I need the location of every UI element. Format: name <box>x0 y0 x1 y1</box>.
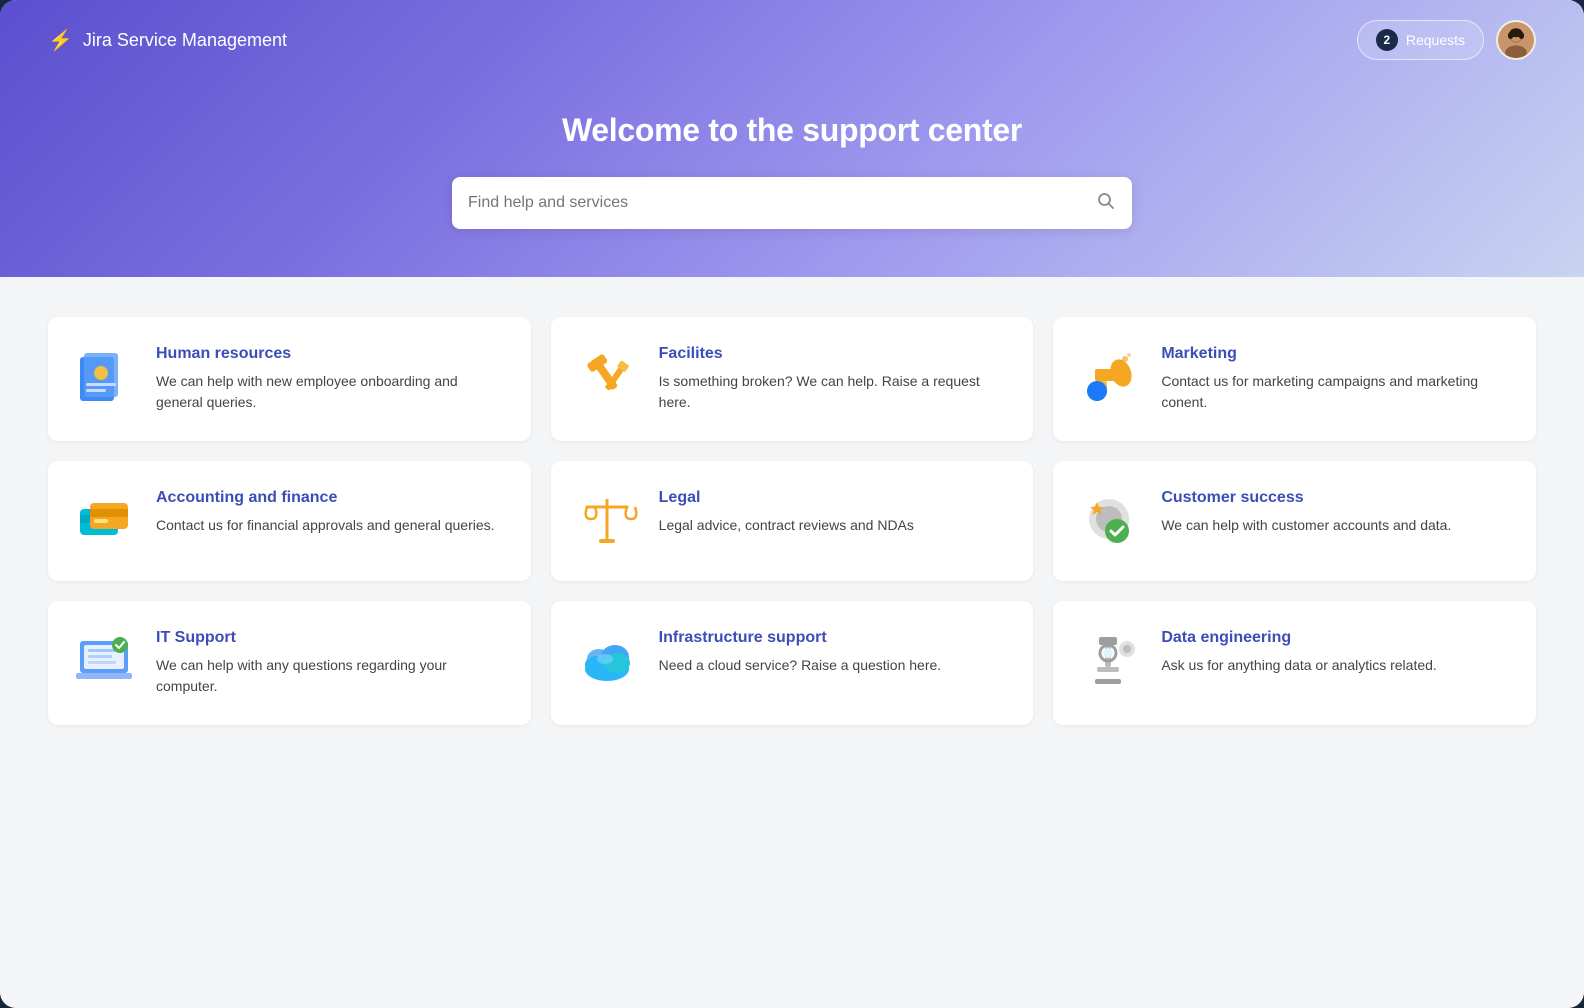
card-desc-facilities: Is something broken? We can help. Raise … <box>659 371 1006 413</box>
finance-icon <box>72 489 136 553</box>
card-desc-data: Ask us for anything data or analytics re… <box>1161 655 1436 676</box>
card-content-customer: Customer success We can help with custom… <box>1161 489 1451 536</box>
card-desc-customer: We can help with customer accounts and d… <box>1161 515 1451 536</box>
cloud-icon <box>575 629 639 693</box>
hero-section: ⚡ Jira Service Management 2 Requests <box>0 0 1584 277</box>
card-content-accounting: Accounting and finance Contact us for fi… <box>156 489 495 536</box>
card-title-customer: Customer success <box>1161 489 1451 507</box>
card-desc-hr: We can help with new employee onboarding… <box>156 371 503 413</box>
card-title-marketing: Marketing <box>1161 345 1508 363</box>
card-desc-infra: Need a cloud service? Raise a question h… <box>659 655 942 676</box>
user-avatar[interactable] <box>1496 20 1536 60</box>
card-desc-legal: Legal advice, contract reviews and NDAs <box>659 515 914 536</box>
hero-title: Welcome to the support center <box>48 112 1536 149</box>
card-title-accounting: Accounting and finance <box>156 489 495 507</box>
card-title-data: Data engineering <box>1161 629 1436 647</box>
hr-icon <box>72 345 136 409</box>
search-bar <box>452 177 1132 229</box>
card-it-support[interactable]: IT Support We can help with any question… <box>48 601 531 725</box>
marketing-icon <box>1077 345 1141 409</box>
card-content-infra: Infrastructure support Need a cloud serv… <box>659 629 942 676</box>
card-legal[interactable]: Legal Legal advice, contract reviews and… <box>551 461 1034 581</box>
logo-icon: ⚡ <box>48 28 73 53</box>
card-infrastructure[interactable]: Infrastructure support Need a cloud serv… <box>551 601 1034 725</box>
card-content-facilities: Facilites Is something broken? We can he… <box>659 345 1006 413</box>
data-icon <box>1077 629 1141 693</box>
card-content-it: IT Support We can help with any question… <box>156 629 503 697</box>
card-content-hr: Human resources We can help with new emp… <box>156 345 503 413</box>
card-desc-accounting: Contact us for financial approvals and g… <box>156 515 495 536</box>
search-icon <box>1096 191 1116 216</box>
card-title-legal: Legal <box>659 489 914 507</box>
navbar: ⚡ Jira Service Management 2 Requests <box>48 0 1536 80</box>
requests-label: Requests <box>1406 32 1465 48</box>
cards-grid: Human resources We can help with new emp… <box>48 317 1536 725</box>
legal-icon <box>575 489 639 553</box>
card-title-hr: Human resources <box>156 345 503 363</box>
facilities-icon <box>575 345 639 409</box>
it-icon <box>72 629 136 693</box>
logo-text: Jira Service Management <box>83 30 287 51</box>
nav-right: 2 Requests <box>1357 20 1536 60</box>
card-facilities[interactable]: Facilites Is something broken? We can he… <box>551 317 1034 441</box>
search-input[interactable] <box>468 194 1096 212</box>
card-title-it: IT Support <box>156 629 503 647</box>
app-container: ⚡ Jira Service Management 2 Requests <box>0 0 1584 1008</box>
main-content: Human resources We can help with new emp… <box>0 277 1584 1008</box>
card-content-legal: Legal Legal advice, contract reviews and… <box>659 489 914 536</box>
card-human-resources[interactable]: Human resources We can help with new emp… <box>48 317 531 441</box>
card-content-marketing: Marketing Contact us for marketing campa… <box>1161 345 1508 413</box>
card-marketing[interactable]: Marketing Contact us for marketing campa… <box>1053 317 1536 441</box>
card-data-engineering[interactable]: Data engineering Ask us for anything dat… <box>1053 601 1536 725</box>
card-customer-success[interactable]: Customer success We can help with custom… <box>1053 461 1536 581</box>
avatar-image <box>1498 20 1534 60</box>
card-content-data: Data engineering Ask us for anything dat… <box>1161 629 1436 676</box>
customer-icon <box>1077 489 1141 553</box>
card-title-facilities: Facilites <box>659 345 1006 363</box>
requests-button[interactable]: 2 Requests <box>1357 20 1484 60</box>
logo: ⚡ Jira Service Management <box>48 28 287 53</box>
card-desc-marketing: Contact us for marketing campaigns and m… <box>1161 371 1508 413</box>
card-title-infra: Infrastructure support <box>659 629 942 647</box>
card-accounting[interactable]: Accounting and finance Contact us for fi… <box>48 461 531 581</box>
requests-badge: 2 <box>1376 29 1398 51</box>
card-desc-it: We can help with any questions regarding… <box>156 655 503 697</box>
